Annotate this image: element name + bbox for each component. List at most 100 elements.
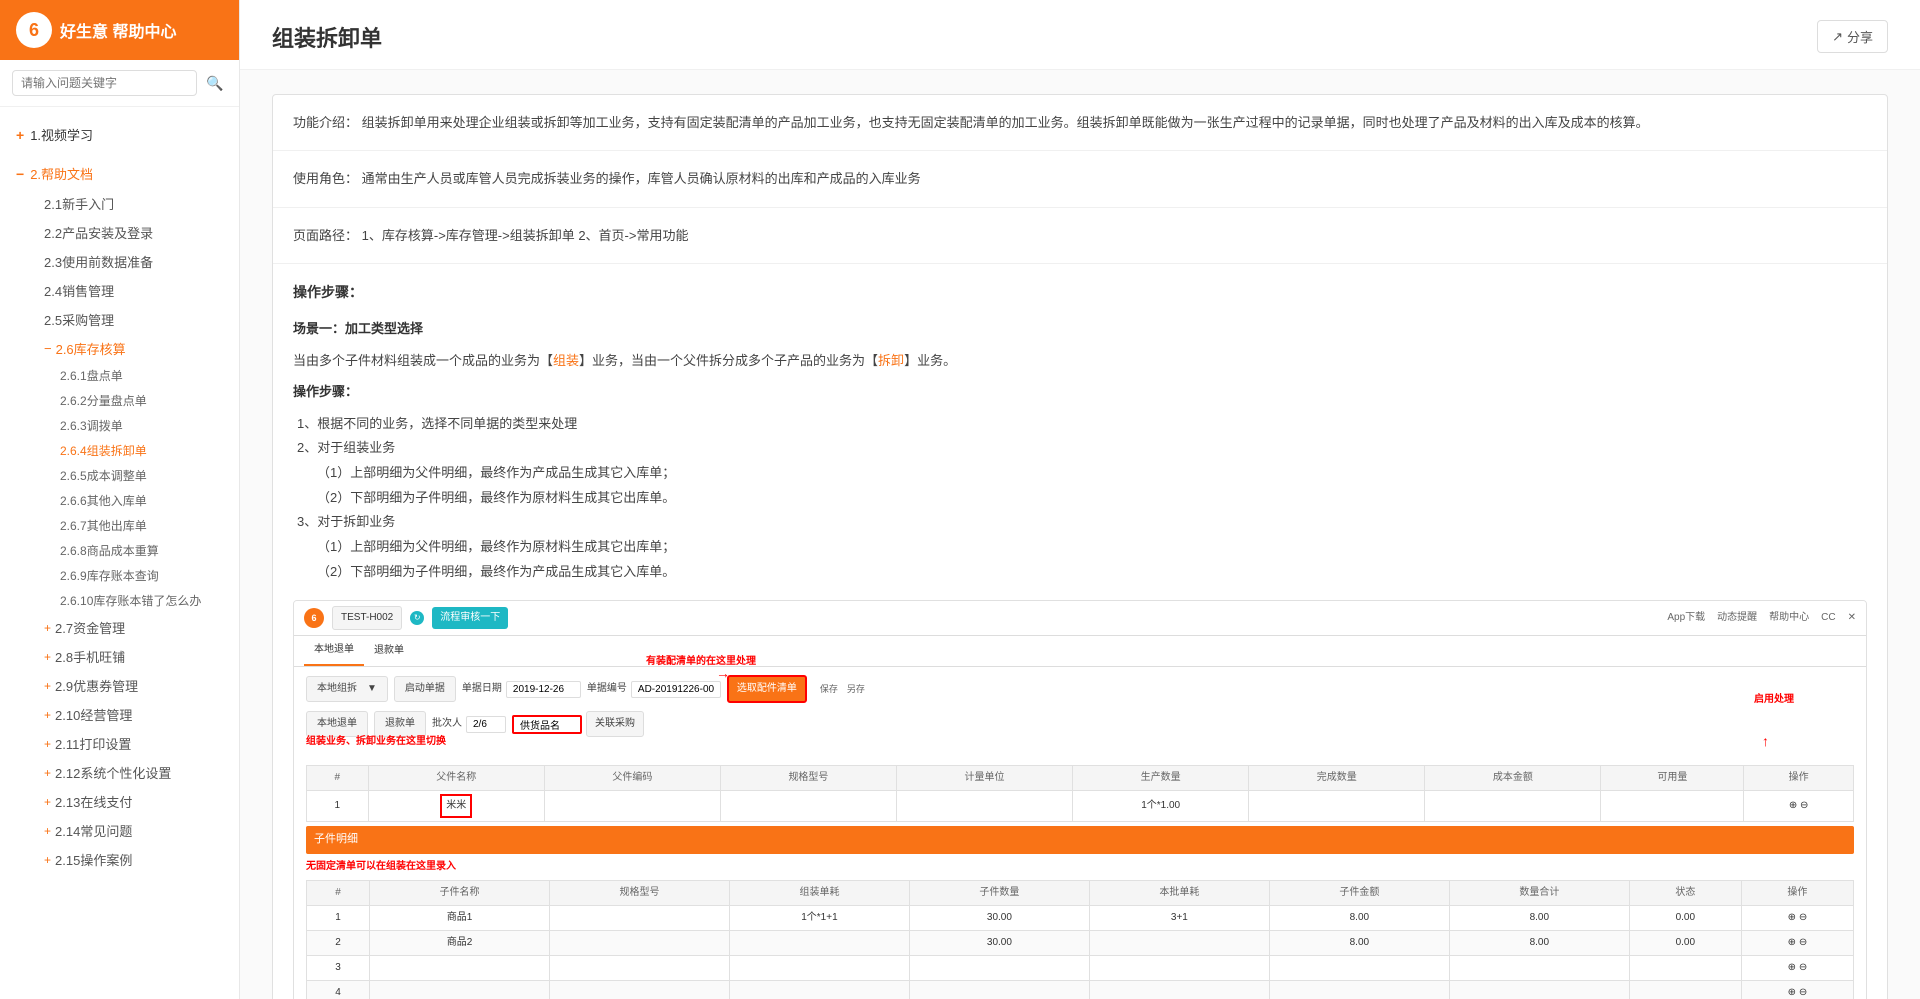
sim-btn-type[interactable]: 本地组拆 ▼: [306, 676, 388, 702]
sim-enable-wrapper: 关联采购: [512, 711, 644, 737]
table-row: 4⊕ ⊖: [307, 981, 1854, 999]
col-h-done: 完成数量: [1249, 766, 1425, 791]
sidebar-header: 6 好生意 帮助中心: [0, 0, 239, 60]
search-input[interactable]: [12, 70, 197, 96]
sidebar-item-2-2[interactable]: 2.2产品安装及登录: [28, 218, 239, 247]
content-wrapper: 功能介绍： 组装拆卸单用来处理企业组装或拆卸等加工业务，支持有固定装配清单的产品…: [272, 94, 1888, 999]
sidebar-item-2-14[interactable]: +2.14常见问题: [28, 816, 239, 845]
sim-upper-table: # 父件名称 父件编码 规格型号 计量单位 生产数量 完成数量 成本金额: [306, 765, 1854, 822]
sidebar-item-videos[interactable]: + 1.视频学习: [0, 119, 239, 150]
step2-sub1: （1）上部明细为父件明细，最终作为产成品生成其它入库单；: [293, 461, 1867, 486]
desc1-suffix: 】业务。: [904, 353, 956, 368]
path-label: 页面路径：: [293, 228, 358, 243]
col-h-pcode: 父件编码: [544, 766, 720, 791]
app-screenshot: 6 TEST-H002 ↻ 流程审核一下 App下载 动态提醒 帮助中心 CC …: [294, 601, 1866, 999]
sim-lower-section-header: 子件明细: [306, 826, 1854, 854]
sim-topbar-right: App下载 动态提醒 帮助中心 CC ✕: [1667, 609, 1856, 627]
sidebar-item-2-6-6[interactable]: 2.6.6其他入库单: [44, 488, 239, 513]
sim-num-input[interactable]: [466, 716, 506, 733]
sidebar-item-2-6-3[interactable]: 2.6.3调拨单: [44, 413, 239, 438]
scenario1-title: 场景一：加工类型选择: [293, 317, 1867, 340]
sim-config-btn[interactable]: 选取配件清单: [727, 675, 807, 703]
sidebar-item-2-1[interactable]: 2.1新手入门: [28, 189, 239, 218]
sim-navbar: 本地退单 退款单: [294, 636, 1866, 667]
sidebar-item-2-5[interactable]: 2.5采购管理: [28, 305, 239, 334]
sidebar-item-2-6-9[interactable]: 2.6.9库存账本查询: [44, 563, 239, 588]
col-h-avail: 可用量: [1601, 766, 1744, 791]
sim-nav-refund[interactable]: 退款单: [364, 637, 414, 665]
sim-date-input[interactable]: [506, 681, 581, 698]
sidebar-item-2-9[interactable]: +2.9优惠券管理: [28, 671, 239, 700]
sidebar-item-2-6-2[interactable]: 2.6.2分量盘点单: [44, 388, 239, 413]
nav-section-2: − 2.帮助文档 2.1新手入门 2.2产品安装及登录 2.3使用前数据准备 2…: [0, 154, 239, 878]
screenshot-container: 6 TEST-H002 ↻ 流程审核一下 App下载 动态提醒 帮助中心 CC …: [293, 600, 1867, 999]
ops-block: 操作步骤： 场景一：加工类型选择 当由多个子件材料组装成一个成品的业务为【组装】…: [273, 264, 1887, 999]
sim-btn-action[interactable]: 启动单据: [394, 676, 456, 702]
sim-enable-input[interactable]: [512, 715, 582, 734]
sim-refresh-icon[interactable]: ↻: [410, 611, 424, 625]
sidebar-item-2-15[interactable]: +2.15操作案例: [28, 845, 239, 874]
main-header: 组装拆卸单 ↗ 分享: [240, 0, 1920, 70]
role-label: 使用角色：: [293, 171, 358, 186]
sim-close-icon[interactable]: ✕: [1848, 609, 1856, 627]
col-h-num: #: [307, 766, 369, 791]
sim-nav-local[interactable]: 本地退单: [304, 636, 364, 666]
sim-help: 帮助中心: [1769, 609, 1809, 627]
sidebar-item-2-11[interactable]: +2.11打印设置: [28, 729, 239, 758]
sidebar-sub-sub-items-2-6: 2.6.1盘点单 2.6.2分量盘点单 2.6.3调拨单 2.6.4组装拆卸单 …: [28, 363, 239, 613]
role-text: 通常由生产人员或库管人员完成拆装业务的操作，库管人员确认原材料的出库和产成品的入…: [362, 171, 921, 186]
sim-form: 本地组拆 ▼ 启动单据 单据日期 单据编号: [294, 667, 1866, 999]
sidebar-item-2-6-8[interactable]: 2.6.8商品成本重算: [44, 538, 239, 563]
sidebar-item-2-4[interactable]: 2.4销售管理: [28, 276, 239, 305]
sim-process-btn[interactable]: 流程审核一下: [432, 607, 508, 629]
sidebar-sub-items-2: 2.1新手入门 2.2产品安装及登录 2.3使用前数据准备 2.4销售管理 2.…: [0, 189, 239, 874]
sidebar-item-2-6-1[interactable]: 2.6.1盘点单: [44, 363, 239, 388]
main-panel: 组装拆卸单 ↗ 分享 功能介绍： 组装拆卸单用来处理企业组装或拆卸等加工业务，支…: [240, 0, 1920, 999]
sidebar-group-label-2: 2.帮助文档: [30, 164, 93, 183]
table-row: 1 商品1 1个*1+1 30.00 3+1 8.00 8.00 0.00: [307, 906, 1854, 931]
sim-toolbar: 本地组拆 ▼ 启动单据 单据日期 单据编号: [306, 675, 1854, 703]
desc1-mid1: 】业务，当由一个父件拆分成多个子产品的业务为【: [579, 353, 878, 368]
sim-enable-btn[interactable]: 关联采购: [586, 711, 644, 737]
sim-sub-toolbar: 本地退单 退款单 批次人 关联采购: [306, 711, 1854, 737]
search-box: 🔍: [0, 60, 239, 107]
sim-btn-sub1[interactable]: 本地退单: [306, 711, 368, 737]
sim-num-field: 批次人: [432, 715, 506, 733]
sidebar-item-2-8[interactable]: +2.8手机旺铺: [28, 642, 239, 671]
col-h-cost: 成本金额: [1425, 766, 1601, 791]
logo-icon: 6: [16, 12, 52, 48]
annotation-arrow-3: ↑: [1762, 729, 1769, 754]
step2: 2、对于组装业务: [293, 436, 1867, 461]
sim-ordernum-input[interactable]: [631, 681, 721, 698]
scenario1-desc: 当由多个子件材料组装成一个成品的业务为【组装】业务，当由一个父件拆分成多个子产品…: [293, 349, 1867, 372]
sidebar-item-2-6-10[interactable]: 2.6.10库存账本错了怎么办: [44, 588, 239, 613]
path-text: 1、库存核算->库存管理->组装拆卸单 2、首页->常用功能: [362, 228, 689, 243]
step3-sub2: （2）下部明细为子件明细，最终作为产成品生成其它入库单。: [293, 560, 1867, 585]
sidebar-item-2-13[interactable]: +2.13在线支付: [28, 787, 239, 816]
share-icon: ↗: [1832, 29, 1843, 45]
func-intro-label: 功能介绍：: [293, 115, 358, 130]
sidebar-item-2-12[interactable]: +2.12系统个性化设置: [28, 758, 239, 787]
table-row: 1 米米 1个*1.00: [307, 791, 1854, 822]
col-h-ops: 操作: [1744, 766, 1854, 791]
sim-topbar: 6 TEST-H002 ↻ 流程审核一下 App下载 动态提醒 帮助中心 CC …: [294, 601, 1866, 636]
col-h-unit: 计量单位: [897, 766, 1073, 791]
sidebar-item-2-3[interactable]: 2.3使用前数据准备: [28, 247, 239, 276]
sidebar-item-2-6[interactable]: − 2.6库存核算: [28, 334, 239, 363]
step3: 3、对于拆卸业务: [293, 510, 1867, 535]
sim-btn-sub2[interactable]: 退款单: [374, 711, 426, 737]
sidebar-item-2-6-7[interactable]: 2.6.7其他出库单: [44, 513, 239, 538]
share-button[interactable]: ↗ 分享: [1817, 20, 1888, 53]
sidebar-item-2-7[interactable]: +2.7资金管理: [28, 613, 239, 642]
path-block: 页面路径： 1、库存核算->库存管理->组装拆卸单 2、首页->常用功能: [273, 208, 1887, 264]
sim-app-dl: App下载: [1667, 609, 1705, 627]
sim-annotation-wrapper: 无固定清单可以在组装在这里录入: [306, 858, 1854, 876]
col-h-prod: 生产数量: [1073, 766, 1249, 791]
app-name: 好生意 帮助中心: [60, 18, 176, 42]
step1: 1、根据不同的业务，选择不同单据的类型来处理: [293, 412, 1867, 437]
sidebar-item-docs[interactable]: − 2.帮助文档: [0, 158, 239, 189]
sidebar-item-2-6-5[interactable]: 2.6.5成本调整单: [44, 463, 239, 488]
sidebar-item-2-10[interactable]: +2.10经营管理: [28, 700, 239, 729]
sidebar-item-2-6-4[interactable]: 2.6.4组装拆卸单: [44, 438, 239, 463]
search-button[interactable]: 🔍: [203, 71, 227, 95]
